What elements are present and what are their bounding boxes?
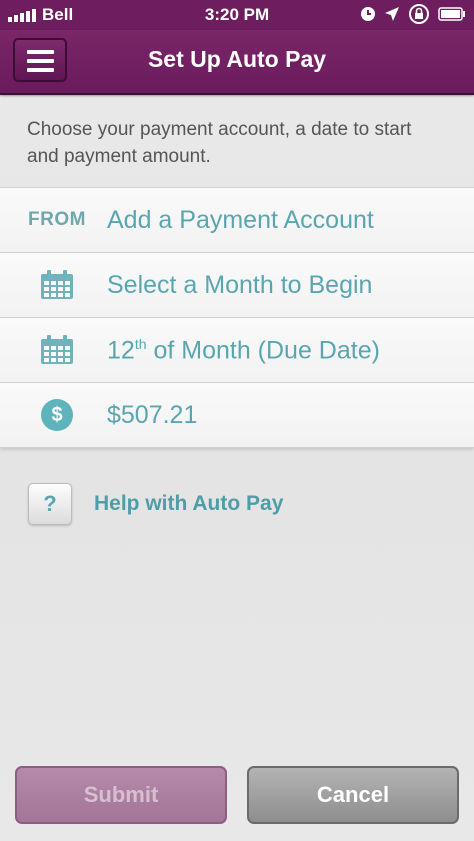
status-bar: Bell 3:20 PM	[0, 0, 474, 30]
calendar-icon	[26, 318, 88, 382]
help-link[interactable]: ? Help with Auto Pay	[28, 483, 283, 525]
submit-button[interactable]: Submit	[15, 766, 227, 824]
status-bar-right	[360, 3, 466, 25]
orientation-lock-icon	[409, 4, 429, 24]
payment-account-label: Add a Payment Account	[107, 206, 374, 234]
due-day-rest: of Month (Due Date)	[146, 336, 380, 365]
from-label-cell: FROM	[26, 188, 88, 252]
due-date-label: 12th of Month (Due Date)	[107, 336, 380, 365]
due-date-row[interactable]: 12th of Month (Due Date)	[0, 318, 474, 383]
from-label: FROM	[28, 209, 86, 230]
dollar-icon-cell: $	[26, 383, 88, 447]
intro-text: Choose your payment account, a date to s…	[27, 119, 412, 167]
nav-bar: Set Up Auto Pay	[0, 30, 474, 95]
dollar-icon: $	[41, 399, 73, 431]
location-arrow-icon	[385, 7, 399, 21]
payment-account-row[interactable]: FROM Add a Payment Account	[0, 188, 474, 253]
cancel-button[interactable]: Cancel	[247, 766, 459, 824]
amount-label: $507.21	[107, 401, 198, 429]
start-month-label: Select a Month to Begin	[107, 271, 373, 299]
battery-icon	[438, 7, 465, 21]
due-day-number: 12	[107, 336, 135, 365]
start-month-row[interactable]: Select a Month to Begin	[0, 253, 474, 318]
calendar-icon	[26, 253, 88, 317]
due-day-suffix: th	[134, 336, 147, 352]
alarm-clock-icon	[361, 7, 375, 21]
amount-row[interactable]: $ $507.21	[0, 383, 474, 448]
page-title: Set Up Auto Pay	[147, 46, 327, 72]
auto-pay-options: FROM Add a Payment Account Select a Mont…	[0, 187, 474, 448]
help-icon: ?	[28, 483, 72, 525]
help-label: Help with Auto Pay	[94, 492, 284, 515]
